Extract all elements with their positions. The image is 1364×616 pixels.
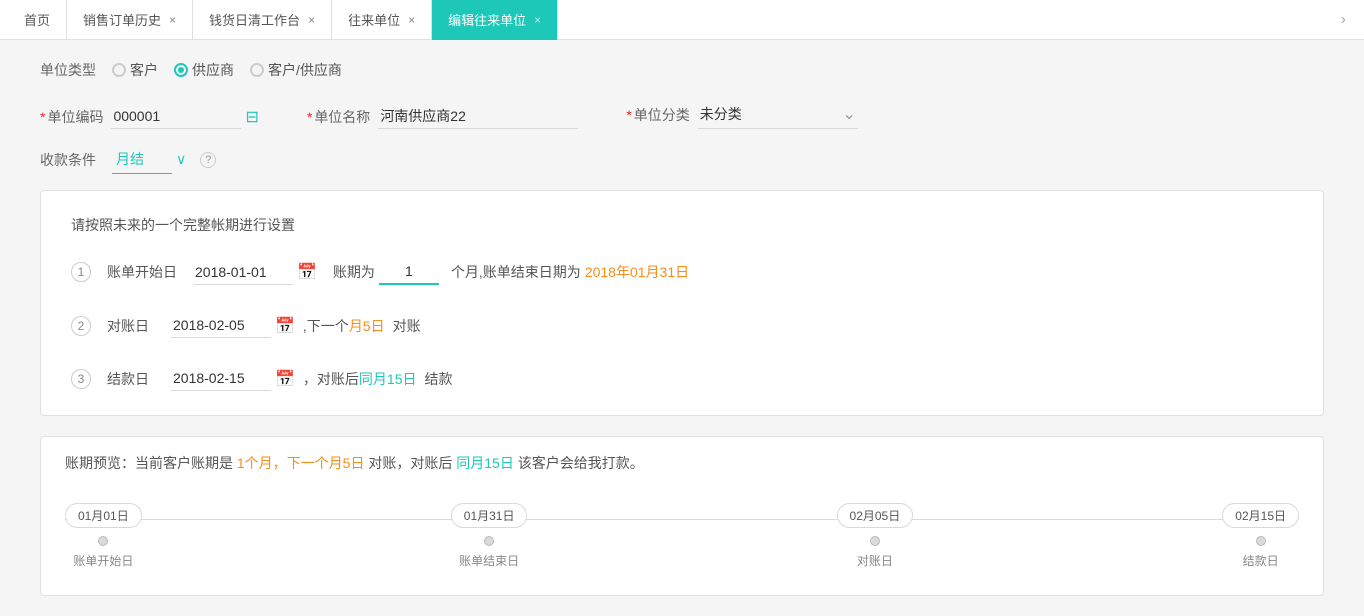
close-tab-sales-history[interactable]: × [169, 13, 176, 27]
radio-customer[interactable]: 客户 [112, 60, 158, 80]
unit-code-group: * 单位编码 ⊟ [40, 104, 259, 129]
reconcile-highlight: 月5日 [349, 316, 385, 336]
unit-code-required: * [40, 109, 45, 125]
tab-partners[interactable]: 往来单位 × [332, 0, 432, 40]
category-dropdown-icon: ⌄ [842, 104, 855, 124]
main-content: 单位类型 客户 供应商 客户/供应商 * 单位编码 ⊟ * 单位名称 [0, 40, 1364, 616]
unit-code-label: 单位编码 [47, 107, 103, 127]
tab-cashier-workbench[interactable]: 钱货日清工作台 × [193, 0, 332, 40]
timeline-dot-2 [484, 536, 494, 546]
radio-customer-supplier[interactable]: 客户/供应商 [250, 60, 342, 80]
unit-name-label: 单位名称 [314, 107, 370, 127]
start-date-cal-icon[interactable]: 📅 [297, 262, 317, 282]
settlement-row-3: 3 结款日 📅 ，对账后 同月15日 结款 [71, 366, 1293, 391]
unit-category-required: * [626, 107, 631, 123]
period-label: 账期为 [333, 262, 375, 282]
timeline-label-4: 结款日 [1243, 552, 1279, 569]
radio-label-customer-supplier: 客户/供应商 [268, 60, 342, 80]
unit-name-required: * [307, 109, 312, 125]
payment-highlight: 同月15日 [359, 369, 417, 389]
unit-name-input[interactable] [378, 104, 578, 129]
reconcile-date-cal-icon[interactable]: 📅 [275, 316, 295, 336]
timeline-node-4: 02月15日结款日 [1222, 503, 1299, 569]
preview-reconcile-date: 下一个月5日 [287, 455, 365, 471]
payment-terms-select-group: 月结 ∨ [112, 145, 186, 174]
reconcile-suffix-2: 对账 [393, 316, 421, 336]
unit-category-label: 单位分类 [634, 105, 690, 125]
tabs-chevron-icon[interactable]: › [1331, 11, 1356, 29]
unit-type-label: 单位类型 [40, 60, 96, 80]
timeline-dot-1 [98, 536, 108, 546]
timeline-node-2: 01月31日账单结束日 [451, 503, 528, 569]
unit-category-select[interactable]: 未分类 ⌄ [698, 100, 858, 129]
tab-sales-history[interactable]: 销售订单历史 × [67, 0, 193, 40]
payment-date-cal-icon[interactable]: 📅 [275, 369, 295, 389]
row-label-2: 对账日 [107, 316, 155, 336]
radio-label-customer: 客户 [130, 60, 158, 80]
preview-text-2: 对账，对账后 [364, 455, 452, 471]
payment-suffix-2: 结款 [425, 369, 453, 389]
settlement-title: 请按照未来的一个完整帐期进行设置 [71, 215, 1293, 235]
close-tab-cashier-workbench[interactable]: × [308, 13, 315, 27]
radio-circle-customer [112, 63, 126, 77]
payment-suffix-1: ，对账后 [303, 369, 359, 389]
payment-terms-value[interactable]: 月结 [112, 145, 172, 174]
tab-edit-partner[interactable]: 编辑往来单位 × [432, 0, 558, 40]
settlement-row-1: 1 账单开始日 📅 账期为 个月,账单结束日期为 2018年01月31日 [71, 259, 1293, 285]
preview-text: 账期预览：当前客户账期是 1个月，下一个月5日 对账，对账后 同月15日 该客户… [65, 453, 1299, 473]
unit-type-row: 单位类型 客户 供应商 客户/供应商 [40, 60, 1324, 80]
preview-text-1: 账期预览：当前客户账期是 [65, 455, 237, 471]
timeline-dot-4 [1256, 536, 1266, 546]
row-num-1: 1 [71, 262, 91, 282]
preview-payment-date: 同月15日 [452, 455, 517, 471]
radio-supplier[interactable]: 供应商 [174, 60, 234, 80]
unit-name-group: * 单位名称 [307, 104, 578, 129]
row-label-3: 结款日 [107, 369, 155, 389]
timeline-node-3: 02月05日对账日 [837, 503, 914, 569]
row-num-2: 2 [71, 316, 91, 336]
preview-section: 账期预览：当前客户账期是 1个月，下一个月5日 对账，对账后 同月15日 该客户… [40, 436, 1324, 596]
preview-text-3: 该客户会给我打款。 [518, 455, 644, 471]
settlement-row-2: 2 对账日 📅 ,下一个月5日 对账 [71, 313, 1293, 338]
unit-category-value: 未分类 [700, 104, 742, 124]
timeline-label-1: 账单开始日 [73, 552, 133, 569]
timeline-dot-3 [870, 536, 880, 546]
close-tab-partners[interactable]: × [408, 13, 415, 27]
settlement-info-box: 请按照未来的一个完整帐期进行设置 1 账单开始日 📅 账期为 个月,账单结束日期… [40, 190, 1324, 416]
unit-code-input[interactable] [111, 104, 241, 129]
reconcile-date-input[interactable] [171, 313, 271, 338]
timeline-badge-3: 02月05日 [837, 503, 914, 528]
timeline-badge-1: 01月01日 [65, 503, 142, 528]
timeline-container: 01月01日账单开始日 01月31日账单结束日 02月05日对账日 02月15日… [65, 503, 1299, 579]
radio-circle-customer-supplier [250, 63, 264, 77]
timeline-badge-4: 02月15日 [1222, 503, 1299, 528]
row-num-3: 3 [71, 369, 91, 389]
unit-fields-row: * 单位编码 ⊟ * 单位名称 * 单位分类 未分类 ⌄ [40, 100, 1324, 129]
unit-type-radio-group: 客户 供应商 客户/供应商 [112, 60, 342, 80]
start-date-input[interactable] [193, 260, 293, 285]
timeline-badge-2: 01月31日 [451, 503, 528, 528]
unit-category-group: * 单位分类 未分类 ⌄ [626, 100, 857, 129]
preview-period: 1个月， [237, 455, 287, 471]
timeline-label-2: 账单结束日 [459, 552, 519, 569]
tabs-bar: 首页 销售订单历史 × 钱货日清工作台 × 往来单位 × 编辑往来单位 × › [0, 0, 1364, 40]
timeline-node-1: 01月01日账单开始日 [65, 503, 142, 569]
payment-terms-label: 收款条件 [40, 150, 96, 170]
row-label-1: 账单开始日 [107, 262, 177, 282]
end-date-highlight: 2018年01月31日 [585, 262, 689, 282]
payment-terms-dropdown-icon[interactable]: ∨ [176, 151, 186, 168]
copy-icon[interactable]: ⊟ [245, 107, 258, 127]
timeline-label-3: 对账日 [857, 552, 893, 569]
payment-date-input[interactable] [171, 366, 271, 391]
radio-label-supplier: 供应商 [192, 60, 234, 80]
tab-home[interactable]: 首页 [8, 0, 67, 40]
reconcile-suffix-1: ,下一个 [303, 316, 349, 336]
help-icon[interactable]: ? [200, 152, 216, 168]
close-tab-edit-partner[interactable]: × [534, 13, 541, 27]
period-suffix: 个月,账单结束日期为 [451, 262, 581, 282]
payment-terms-row: 收款条件 月结 ∨ ? [40, 145, 1324, 174]
timeline-nodes: 01月01日账单开始日 01月31日账单结束日 02月05日对账日 02月15日… [65, 503, 1299, 579]
period-value-input[interactable] [379, 259, 439, 285]
radio-circle-supplier [174, 63, 188, 77]
